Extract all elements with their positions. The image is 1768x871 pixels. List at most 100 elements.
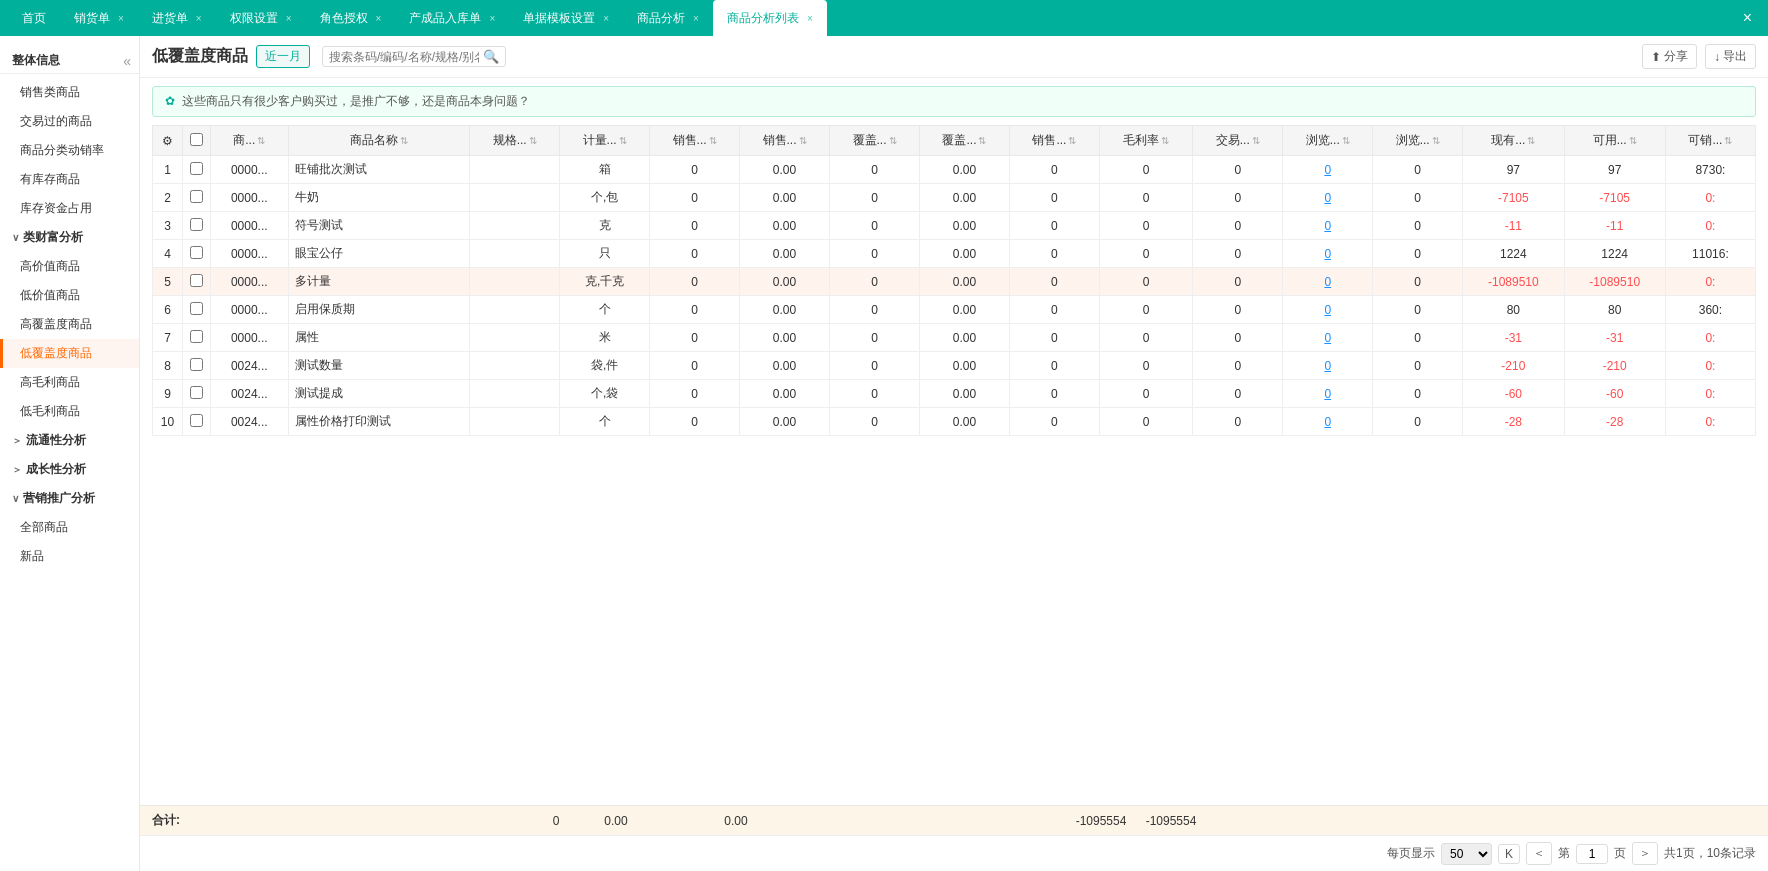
row-checkbox[interactable] xyxy=(190,218,203,231)
col-checkbox[interactable] xyxy=(183,126,211,156)
cell-browse1[interactable]: 0 xyxy=(1283,352,1373,380)
cell-browse1[interactable]: 0 xyxy=(1283,240,1373,268)
filter-recent-btn[interactable]: 近一月 xyxy=(256,45,310,68)
cell-browse1[interactable]: 0 xyxy=(1283,184,1373,212)
sort-icon-sales-qty: ⇅ xyxy=(709,135,717,146)
cell-browse1[interactable]: 0 xyxy=(1283,268,1373,296)
nav-close-analysis-list[interactable]: × xyxy=(807,13,813,24)
col-browse2[interactable]: 浏览...⇅ xyxy=(1373,126,1463,156)
row-checkbox[interactable] xyxy=(190,302,203,315)
nav-close-analysis[interactable]: × xyxy=(693,13,699,24)
cell-browse1[interactable]: 0 xyxy=(1283,156,1373,184)
col-unit[interactable]: 计量...⇅ xyxy=(560,126,650,156)
cell-browse1[interactable]: 0 xyxy=(1283,324,1373,352)
cell-checkbox[interactable] xyxy=(183,184,211,212)
sidebar-item-all-goods[interactable]: 全部商品 xyxy=(0,513,139,542)
cell-checkbox[interactable] xyxy=(183,324,211,352)
nav-close-permission[interactable]: × xyxy=(286,13,292,24)
cell-browse1[interactable]: 0 xyxy=(1283,296,1373,324)
nav-close-role[interactable]: × xyxy=(376,13,382,24)
col-browse1[interactable]: 浏览...⇅ xyxy=(1283,126,1373,156)
sidebar-item-traded-goods[interactable]: 交易过的商品 xyxy=(0,107,139,136)
nav-close-template[interactable]: × xyxy=(603,13,609,24)
sidebar-section-marketing[interactable]: ∨ 营销推广分析 xyxy=(0,484,139,513)
row-checkbox[interactable] xyxy=(190,246,203,259)
nav-item-analysis[interactable]: 商品分析 × xyxy=(623,0,713,36)
nav-item-template[interactable]: 单据模板设置 × xyxy=(509,0,623,36)
row-checkbox[interactable] xyxy=(190,274,203,287)
window-close-btn[interactable]: × xyxy=(1735,9,1760,27)
sidebar-item-high-value[interactable]: 高价值商品 xyxy=(0,252,139,281)
col-stock2[interactable]: 可用...⇅ xyxy=(1564,126,1665,156)
col-sales3[interactable]: 销售...⇅ xyxy=(1009,126,1099,156)
table-container[interactable]: ⚙ 商...⇅ 商品名称⇅ 规格...⇅ 计量...⇅ 销售...⇅ 销售...… xyxy=(152,125,1756,805)
sidebar-item-high-profit[interactable]: 高毛利商品 xyxy=(0,368,139,397)
col-cov2[interactable]: 覆盖...⇅ xyxy=(920,126,1010,156)
sidebar-section-wealth[interactable]: ∨ 类财富分析 xyxy=(0,223,139,252)
cell-checkbox[interactable] xyxy=(183,268,211,296)
nav-item-role[interactable]: 角色授权 × xyxy=(306,0,396,36)
search-input[interactable] xyxy=(329,50,479,64)
cell-checkbox[interactable] xyxy=(183,212,211,240)
cell-browse1[interactable]: 0 xyxy=(1283,408,1373,436)
col-name[interactable]: 商品名称⇅ xyxy=(288,126,470,156)
col-settings[interactable]: ⚙ xyxy=(153,126,183,156)
row-checkbox[interactable] xyxy=(190,190,203,203)
row-checkbox[interactable] xyxy=(190,386,203,399)
col-code[interactable]: 商...⇅ xyxy=(211,126,289,156)
nav-item-analysis-list[interactable]: 商品分析列表 × xyxy=(713,0,827,36)
first-page-btn[interactable]: K xyxy=(1498,844,1520,864)
cell-checkbox[interactable] xyxy=(183,352,211,380)
sidebar-section-circulation[interactable]: ＞ 流通性分析 xyxy=(0,426,139,455)
col-sales-qty[interactable]: 销售...⇅ xyxy=(650,126,740,156)
sidebar-item-new-goods[interactable]: 新品 xyxy=(0,542,139,571)
search-icon[interactable]: 🔍 xyxy=(483,49,499,64)
row-checkbox[interactable] xyxy=(190,414,203,427)
cell-checkbox[interactable] xyxy=(183,380,211,408)
nav-item-purchase[interactable]: 进货单 × xyxy=(138,0,216,36)
sidebar-item-low-coverage[interactable]: 低覆盖度商品 xyxy=(0,339,139,368)
sidebar-item-sales-goods[interactable]: 销售类商品 xyxy=(0,78,139,107)
sidebar-section-growth[interactable]: ＞ 成长性分析 xyxy=(0,455,139,484)
cell-browse1[interactable]: 0 xyxy=(1283,380,1373,408)
cell-checkbox[interactable] xyxy=(183,408,211,436)
cell-checkbox[interactable] xyxy=(183,240,211,268)
sidebar-item-low-value[interactable]: 低价值商品 xyxy=(0,281,139,310)
cell-stock1: -7105 xyxy=(1463,184,1564,212)
col-trade[interactable]: 交易...⇅ xyxy=(1193,126,1283,156)
row-checkbox[interactable] xyxy=(190,358,203,371)
cell-spec xyxy=(470,156,560,184)
tip-icon: ✿ xyxy=(165,94,175,108)
sidebar-item-low-profit[interactable]: 低毛利商品 xyxy=(0,397,139,426)
page-input[interactable] xyxy=(1576,844,1608,864)
row-checkbox[interactable] xyxy=(190,162,203,175)
nav-close-purchase[interactable]: × xyxy=(196,13,202,24)
cell-checkbox[interactable] xyxy=(183,296,211,324)
col-spec[interactable]: 规格...⇅ xyxy=(470,126,560,156)
nav-item-home[interactable]: 首页 xyxy=(8,0,60,36)
next-page-btn[interactable]: ＞ xyxy=(1632,842,1658,865)
prev-page-btn[interactable]: ＜ xyxy=(1526,842,1552,865)
col-cov1[interactable]: 覆盖...⇅ xyxy=(830,126,920,156)
share-btn[interactable]: ⬆ 分享 xyxy=(1642,44,1697,69)
nav-close-product-in[interactable]: × xyxy=(489,13,495,24)
col-stock1[interactable]: 现有...⇅ xyxy=(1463,126,1564,156)
select-all-checkbox[interactable] xyxy=(190,133,203,146)
cell-checkbox[interactable] xyxy=(183,156,211,184)
row-checkbox[interactable] xyxy=(190,330,203,343)
per-page-select[interactable]: 50 100 200 xyxy=(1441,843,1492,865)
sidebar-item-category-turnover[interactable]: 商品分类动销率 xyxy=(0,136,139,165)
sidebar-item-stock-capital[interactable]: 库存资金占用 xyxy=(0,194,139,223)
sidebar-item-with-stock[interactable]: 有库存商品 xyxy=(0,165,139,194)
nav-item-permission[interactable]: 权限设置 × xyxy=(216,0,306,36)
col-sales-amt[interactable]: 销售...⇅ xyxy=(740,126,830,156)
nav-item-sales[interactable]: 销货单 × xyxy=(60,0,138,36)
export-btn[interactable]: ↓ 导出 xyxy=(1705,44,1756,69)
sidebar-collapse-btn[interactable]: « xyxy=(123,53,131,69)
sidebar-item-high-coverage[interactable]: 高覆盖度商品 xyxy=(0,310,139,339)
cell-browse1[interactable]: 0 xyxy=(1283,212,1373,240)
col-available[interactable]: 可销...⇅ xyxy=(1665,126,1755,156)
nav-item-product-in[interactable]: 产成品入库单 × xyxy=(395,0,509,36)
nav-close-sales[interactable]: × xyxy=(118,13,124,24)
col-margin[interactable]: 毛利率⇅ xyxy=(1099,126,1192,156)
